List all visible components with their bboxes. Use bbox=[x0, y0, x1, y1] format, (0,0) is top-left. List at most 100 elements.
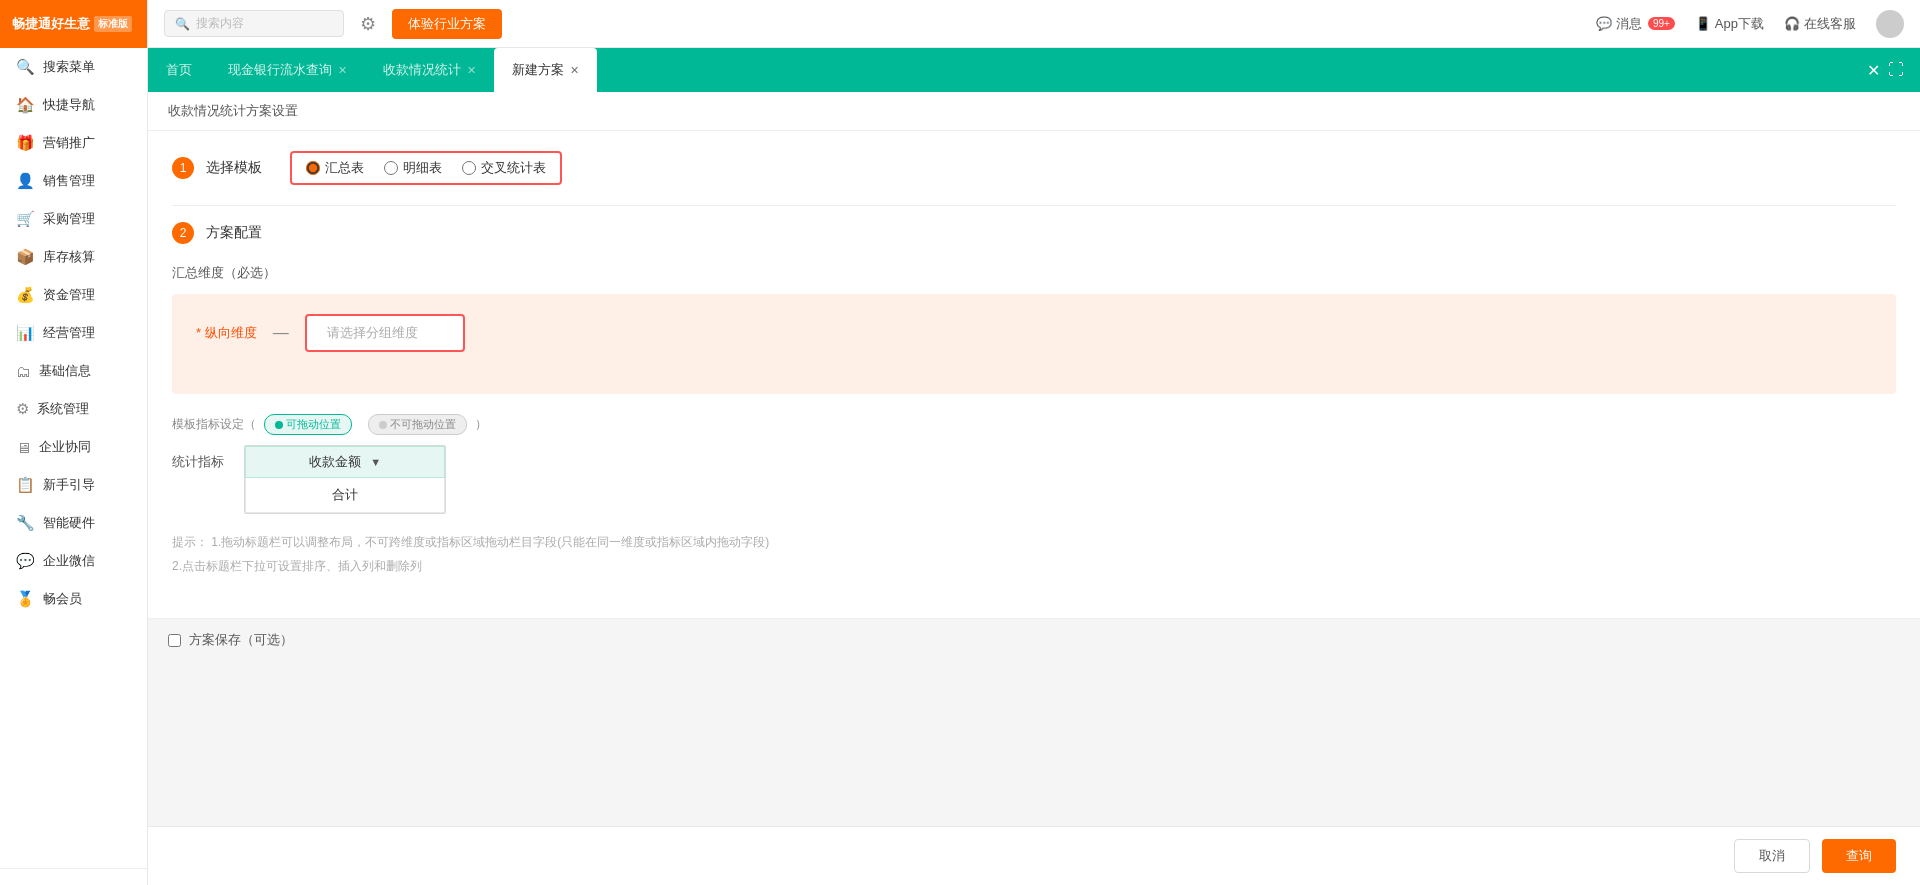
step1-row: 1 选择模板 汇总表 明细表 交叉统计表 bbox=[172, 151, 1896, 185]
tip-line-1: 2.点击标题栏下拉可设置排序、插入列和删除列 bbox=[172, 554, 1896, 578]
tab-label-home: 首页 bbox=[166, 61, 192, 79]
metrics-title-suffix: ） bbox=[475, 416, 487, 433]
arrow-icon: — bbox=[273, 324, 289, 342]
cancel-button[interactable]: 取消 bbox=[1734, 839, 1810, 873]
tab-expand-icon[interactable]: ⛶ bbox=[1888, 61, 1904, 79]
non-draggable-dot bbox=[379, 421, 387, 429]
download-label: App下载 bbox=[1715, 15, 1764, 33]
step1-badge: 1 bbox=[172, 157, 194, 179]
sidebar-item-search-menu[interactable]: 🔍搜索菜单 bbox=[0, 48, 147, 86]
logo-text: 畅捷通好生意 bbox=[12, 16, 90, 32]
dimension-section: 汇总维度（必选） * 纵向维度 — 请选择分组维度 模板指标设定（ bbox=[172, 264, 1896, 594]
sidebar-label-guide: 新手引导 bbox=[43, 476, 95, 494]
sidebar-label-smart-hardware: 智能硬件 bbox=[43, 514, 95, 532]
basic-info-icon: 🗂 bbox=[16, 363, 31, 380]
tab-payment-stats[interactable]: 收款情况统计 ✕ bbox=[365, 48, 494, 92]
notification-label: 消息 bbox=[1616, 15, 1642, 33]
search-box[interactable]: 🔍 搜索内容 bbox=[164, 10, 344, 37]
service-icon: 🎧 bbox=[1784, 16, 1800, 31]
save-checkbox[interactable] bbox=[168, 634, 181, 647]
dimension-title: 汇总维度（必选） bbox=[172, 264, 1896, 282]
notification-badge: 99+ bbox=[1648, 17, 1675, 30]
sidebar-label-enterprise: 企业协同 bbox=[39, 438, 91, 456]
tab-close-bank-flow[interactable]: ✕ bbox=[338, 64, 347, 77]
sidebar-item-sales[interactable]: 👤 销售管理 bbox=[0, 162, 147, 200]
sidebar-label-purchase: 采购管理 bbox=[43, 210, 95, 228]
sidebar-item-system[interactable]: ⚙系统管理 bbox=[0, 390, 147, 428]
trial-button[interactable]: 体验行业方案 bbox=[392, 9, 502, 39]
sidebar-item-quick-nav[interactable]: 🏠快捷导航 bbox=[0, 86, 147, 124]
tab-home[interactable]: 首页 bbox=[148, 48, 210, 92]
tab-bank-flow[interactable]: 现金银行流水查询✕ bbox=[210, 48, 365, 92]
sales-icon: 👤 bbox=[16, 172, 35, 190]
dim-select[interactable]: 请选择分组维度 bbox=[305, 314, 465, 352]
sidebar-item-guide[interactable]: 📋 新手引导 bbox=[0, 466, 147, 504]
sidebar-label-sales: 销售管理 bbox=[43, 172, 95, 190]
query-button[interactable]: 查询 bbox=[1822, 839, 1896, 873]
radio-cross[interactable]: 交叉统计表 bbox=[462, 159, 546, 177]
sidebar-item-membership[interactable]: 🏅畅会员 bbox=[0, 580, 147, 618]
purchase-icon: 🛒 bbox=[16, 210, 35, 228]
tab-actions: ✕⛶ bbox=[1867, 61, 1920, 80]
footer-bar: 取消 查询 bbox=[148, 826, 1920, 885]
divider1 bbox=[172, 205, 1896, 206]
notification-item[interactable]: 💬 消息 99+ bbox=[1596, 15, 1675, 33]
online-service-item[interactable]: 🎧 在线客服 bbox=[1784, 15, 1856, 33]
radio-input-summary[interactable] bbox=[306, 161, 320, 175]
chevron-down-icon: ▼ bbox=[370, 456, 381, 468]
avatar[interactable] bbox=[1876, 10, 1904, 38]
wechat-icon: 💬 bbox=[16, 552, 35, 570]
tab-close-payment-stats[interactable]: ✕ bbox=[467, 64, 476, 77]
system-icon: ⚙ bbox=[16, 400, 29, 418]
tab-label-payment-stats: 收款情况统计 bbox=[383, 61, 461, 79]
sidebar-item-smart-hardware[interactable]: 🔧智能硬件 bbox=[0, 504, 147, 542]
sidebar-item-marketing[interactable]: 🎁营销推广 bbox=[0, 124, 147, 162]
step2-row: 2 方案配置 bbox=[172, 222, 1896, 244]
metrics-stats-label: 统计指标 bbox=[172, 445, 224, 514]
metrics-col-header[interactable]: 收款金额 ▼ bbox=[246, 447, 445, 478]
save-bar-label: 方案保存（可选） bbox=[189, 631, 293, 649]
col-header-label: 收款金额 bbox=[309, 454, 361, 469]
sidebar-item-operations[interactable]: 📊 经营管理 bbox=[0, 314, 147, 352]
tab-close-icon[interactable]: ✕ bbox=[1867, 61, 1880, 80]
inventory-icon: 📦 bbox=[16, 248, 35, 266]
enterprise-icon: 🖥 bbox=[16, 439, 31, 456]
sidebar-label-search-menu: 搜索菜单 bbox=[43, 58, 95, 76]
tab-new-plan[interactable]: 新建方案✕ bbox=[494, 48, 597, 92]
sidebar-label-basic-info: 基础信息 bbox=[39, 362, 91, 380]
radio-detail[interactable]: 明细表 bbox=[384, 159, 442, 177]
tab-close-new-plan[interactable]: ✕ bbox=[570, 64, 579, 77]
template-radio-group: 汇总表 明细表 交叉统计表 bbox=[290, 151, 562, 185]
step2-badge: 2 bbox=[172, 222, 194, 244]
sidebar-item-funds[interactable]: 💰资金管理 bbox=[0, 276, 147, 314]
topbar: 🔍 搜索内容 ⚙ 体验行业方案 💬 消息 99+ 📱 App下载 🎧 在线客服 bbox=[148, 0, 1920, 48]
content-area: 收款情况统计方案设置 1 选择模板 汇总表明细表交叉统计表 2 方案配置 汇总维… bbox=[148, 92, 1920, 826]
sidebar-item-enterprise[interactable]: 🖥 企业协同 bbox=[0, 428, 147, 466]
app-download-item[interactable]: 📱 App下载 bbox=[1695, 15, 1764, 33]
metrics-section: 模板指标设定（ 可拖动位置 不可拖动位置 ） bbox=[172, 414, 1896, 514]
dim-row: * 纵向维度 — 请选择分组维度 bbox=[196, 314, 1872, 352]
sidebar-item-inventory[interactable]: 📦库存核算 bbox=[0, 238, 147, 276]
sidebar-label-operations: 经营管理 bbox=[43, 324, 95, 342]
step1-label: 选择模板 bbox=[206, 159, 262, 177]
tips-section: 提示： 1.拖动标题栏可以调整布局，不可跨维度或指标区域拖动栏目字段(只能在同一… bbox=[172, 514, 1896, 594]
sidebar-bottom bbox=[0, 868, 147, 885]
operations-icon: 📊 bbox=[16, 324, 35, 342]
sidebar-logo: 畅捷通好生意 标准版 bbox=[0, 0, 147, 48]
guide-icon: 📋 bbox=[16, 476, 35, 494]
radio-input-detail[interactable] bbox=[384, 161, 398, 175]
sidebar-item-purchase[interactable]: 🛒 采购管理 bbox=[0, 200, 147, 238]
notification-icon: 💬 bbox=[1596, 16, 1612, 31]
radio-summary[interactable]: 汇总表 bbox=[306, 159, 364, 177]
main-area: 🔍 搜索内容 ⚙ 体验行业方案 💬 消息 99+ 📱 App下载 🎧 在线客服 … bbox=[148, 0, 1920, 885]
funds-icon: 💰 bbox=[16, 286, 35, 304]
sidebar-item-wechat[interactable]: 💬 企业微信 bbox=[0, 542, 147, 580]
radio-input-cross[interactable] bbox=[462, 161, 476, 175]
membership-icon: 🏅 bbox=[16, 590, 35, 608]
settings-icon[interactable]: ⚙ bbox=[360, 13, 376, 35]
search-icon: 🔍 bbox=[175, 17, 190, 31]
sidebar-item-basic-info[interactable]: 🗂 基础信息 bbox=[0, 352, 147, 390]
dim-placeholder: 请选择分组维度 bbox=[327, 325, 418, 340]
draggable-dot bbox=[275, 421, 283, 429]
sidebar-label-wechat: 企业微信 bbox=[43, 552, 95, 570]
